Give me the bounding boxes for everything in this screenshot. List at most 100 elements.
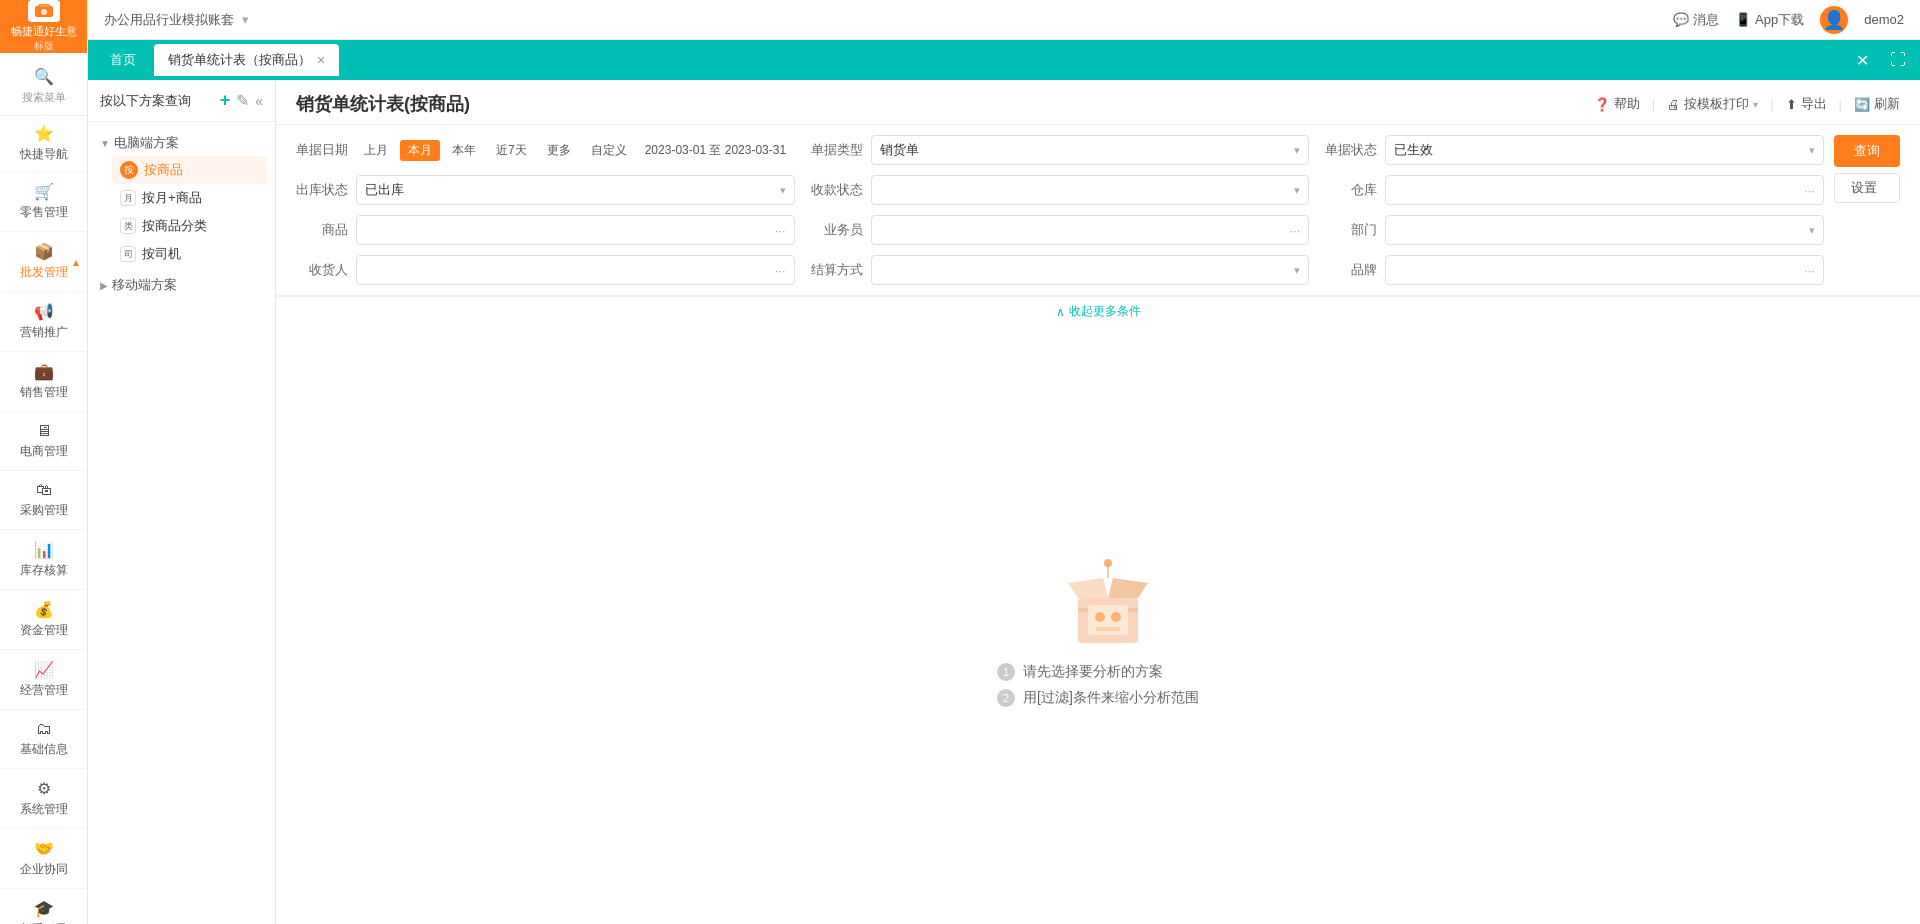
mobile-group-label: 移动端方案 [112,276,177,294]
tab-maximize-button[interactable]: ⛶ [1884,46,1912,74]
print-button[interactable]: 🖨 按模板打印 ▾ [1667,95,1758,113]
sidebar: 畅捷通好生意 标版 🔍 搜索菜单 ⭐ 快捷导航 🛒 零售管理 📦 批发管理 ▲ … [0,0,88,924]
divider2: | [1770,97,1773,112]
sidebar-item-enterprise[interactable]: 🤝 企业协同 [0,829,87,889]
sidebar-item-inventory[interactable]: 📊 库存核算 [0,530,87,590]
warehouse-dots[interactable]: ··· [1804,183,1815,198]
date-tab-this-month[interactable]: 本月 [400,140,440,161]
tab-home[interactable]: 首页 [96,44,150,76]
app-logo[interactable]: 畅捷通好生意 标版 [0,0,88,53]
app-download-button[interactable]: 📱 App下载 [1735,11,1804,29]
finance-icon: 💰 [34,600,54,619]
salesperson-input[interactable]: ··· [871,215,1310,245]
filter-warehouse: 仓库 ··· [1325,175,1824,205]
sidebar-item-retail[interactable]: 🛒 零售管理 [0,172,87,232]
panel-title: 按以下方案查询 [100,92,191,110]
date-tab-7days[interactable]: 近7天 [488,140,535,161]
retail-icon: 🛒 [34,182,54,201]
collapse-panel-button[interactable]: « [255,93,263,109]
export-button[interactable]: ⬆ 导出 [1786,95,1827,113]
department-label: 部门 [1325,221,1377,239]
sidebar-item-wholesale[interactable]: 📦 批发管理 ▲ [0,232,87,292]
scheme-by-category[interactable]: 类 按商品分类 [112,212,267,240]
tab-minimize-button[interactable]: ✕ [1848,46,1876,74]
message-button[interactable]: 💬 消息 [1673,11,1719,29]
export-label: 导出 [1801,95,1827,113]
sidebar-item-base[interactable]: 🗂 基础信息 [0,710,87,769]
sidebar-search[interactable]: 🔍 搜索菜单 [0,53,87,116]
collapse-filter-button[interactable]: ∧ 收起更多条件 [276,296,1920,326]
sidebar-item-operations[interactable]: 📈 经营管理 [0,650,87,710]
add-scheme-button[interactable]: + [220,90,231,111]
svg-point-2 [41,9,47,15]
desktop-group: ▼ 电脑端方案 按 按商品 月 按月+商品 类 [88,130,275,268]
app-title: 畅捷通好生意 [11,24,77,39]
date-tab-last-month[interactable]: 上月 [356,140,396,161]
doc-status-chevron: ▾ [1809,144,1815,157]
sidebar-item-finance[interactable]: 💰 资金管理 [0,590,87,650]
message-label: 消息 [1693,11,1719,29]
collapse-arrow: ∧ [1056,305,1065,319]
sidebar-item-purchase[interactable]: 🛍 采购管理 [0,471,87,530]
desktop-group-header[interactable]: ▼ 电脑端方案 [96,130,267,156]
brand-dots[interactable]: ··· [1804,263,1815,278]
base-icon: 🗂 [36,720,52,738]
payment-method-select[interactable]: ▾ [871,255,1310,285]
settings-button[interactable]: 设置 [1834,173,1900,203]
collapse-label: 收起更多条件 [1069,303,1141,320]
filter-doc-status: 单据状态 已生效 ▾ [1325,135,1824,165]
operations-icon: 📈 [34,660,54,679]
scheme-tree: ▼ 电脑端方案 按 按商品 月 按月+商品 类 [88,122,275,306]
edit-scheme-button[interactable]: ✎ [236,91,249,110]
sidebar-item-newbie[interactable]: 🎓 新手引导 [0,889,87,924]
sidebar-item-ecommerce[interactable]: 🖥 电商管理 [0,412,87,471]
receiver-dots[interactable]: ··· [775,263,786,278]
quick-nav[interactable]: ⭐ 快捷导航 [0,116,87,172]
svg-rect-1 [38,4,50,7]
product-input[interactable]: ··· [356,215,795,245]
logo-icon [28,0,60,22]
desktop-group-label: 电脑端方案 [114,134,179,152]
maximize-icon: ⛶ [1890,51,1906,69]
help-button[interactable]: ❓ 帮助 [1594,95,1640,113]
filter-section: 单据日期 上月 本月 本年 近7天 更多 自定义 2023-03-01 至 20… [276,125,1920,296]
dropdown-arrow[interactable]: ▾ [242,12,249,27]
receiver-input[interactable]: ··· [356,255,795,285]
scheme-by-driver[interactable]: 司 按司机 [112,240,267,268]
filter-payment-method: 结算方式 ▾ [811,255,1310,285]
product-dots[interactable]: ··· [775,223,786,238]
page-actions: ❓ 帮助 | 🖨 按模板打印 ▾ | ⬆ 导出 | [1594,95,1900,113]
date-tab-more[interactable]: 更多 [539,140,579,161]
doc-status-select[interactable]: 已生效 ▾ [1385,135,1824,165]
receipt-status-select[interactable]: ▾ [871,175,1310,205]
date-tab-custom[interactable]: 自定义 [583,140,635,161]
warehouse-input[interactable]: ··· [1385,175,1824,205]
tab-close-button[interactable]: × [317,53,325,67]
panel-actions: + ✎ « [220,90,263,111]
sidebar-item-sales[interactable]: 💼 销售管理 [0,352,87,412]
download-icon: 📱 [1735,12,1751,27]
query-button[interactable]: 查询 [1834,135,1900,167]
page-title-bar: 销货单统计表(按商品) ❓ 帮助 | 🖨 按模板打印 ▾ | ⬆ [276,80,1920,125]
username-label[interactable]: demo2 [1864,12,1904,27]
date-tabs: 上月 本月 本年 近7天 更多 自定义 [356,140,635,161]
mobile-group: ▶ 移动端方案 [88,272,275,298]
doc-type-select[interactable]: 销货单 ▾ [871,135,1310,165]
salesperson-dots[interactable]: ··· [1289,223,1300,238]
search-icon: 🔍 [34,67,54,86]
sidebar-item-system[interactable]: ⚙ 系统管理 [0,769,87,829]
sidebar-item-marketing[interactable]: 📢 营销推广 [0,292,87,352]
tab-sales-statistics[interactable]: 销货单统计表（按商品） × [154,44,339,76]
scheme-by-product[interactable]: 按 按商品 [112,156,267,184]
date-tab-this-year[interactable]: 本年 [444,140,484,161]
app-subtitle: 标版 [34,39,54,53]
department-select[interactable]: ▾ [1385,215,1824,245]
out-status-select[interactable]: 已出库 ▾ [356,175,795,205]
search-label: 搜索菜单 [22,90,66,105]
scheme-by-month-product[interactable]: 月 按月+商品 [112,184,267,212]
filter-grid: 单据日期 上月 本月 本年 近7天 更多 自定义 2023-03-01 至 20… [296,135,1824,285]
svg-marker-5 [1108,578,1148,598]
brand-input[interactable]: ··· [1385,255,1824,285]
mobile-group-header[interactable]: ▶ 移动端方案 [96,272,267,298]
refresh-button[interactable]: 🔄 刷新 [1854,95,1900,113]
